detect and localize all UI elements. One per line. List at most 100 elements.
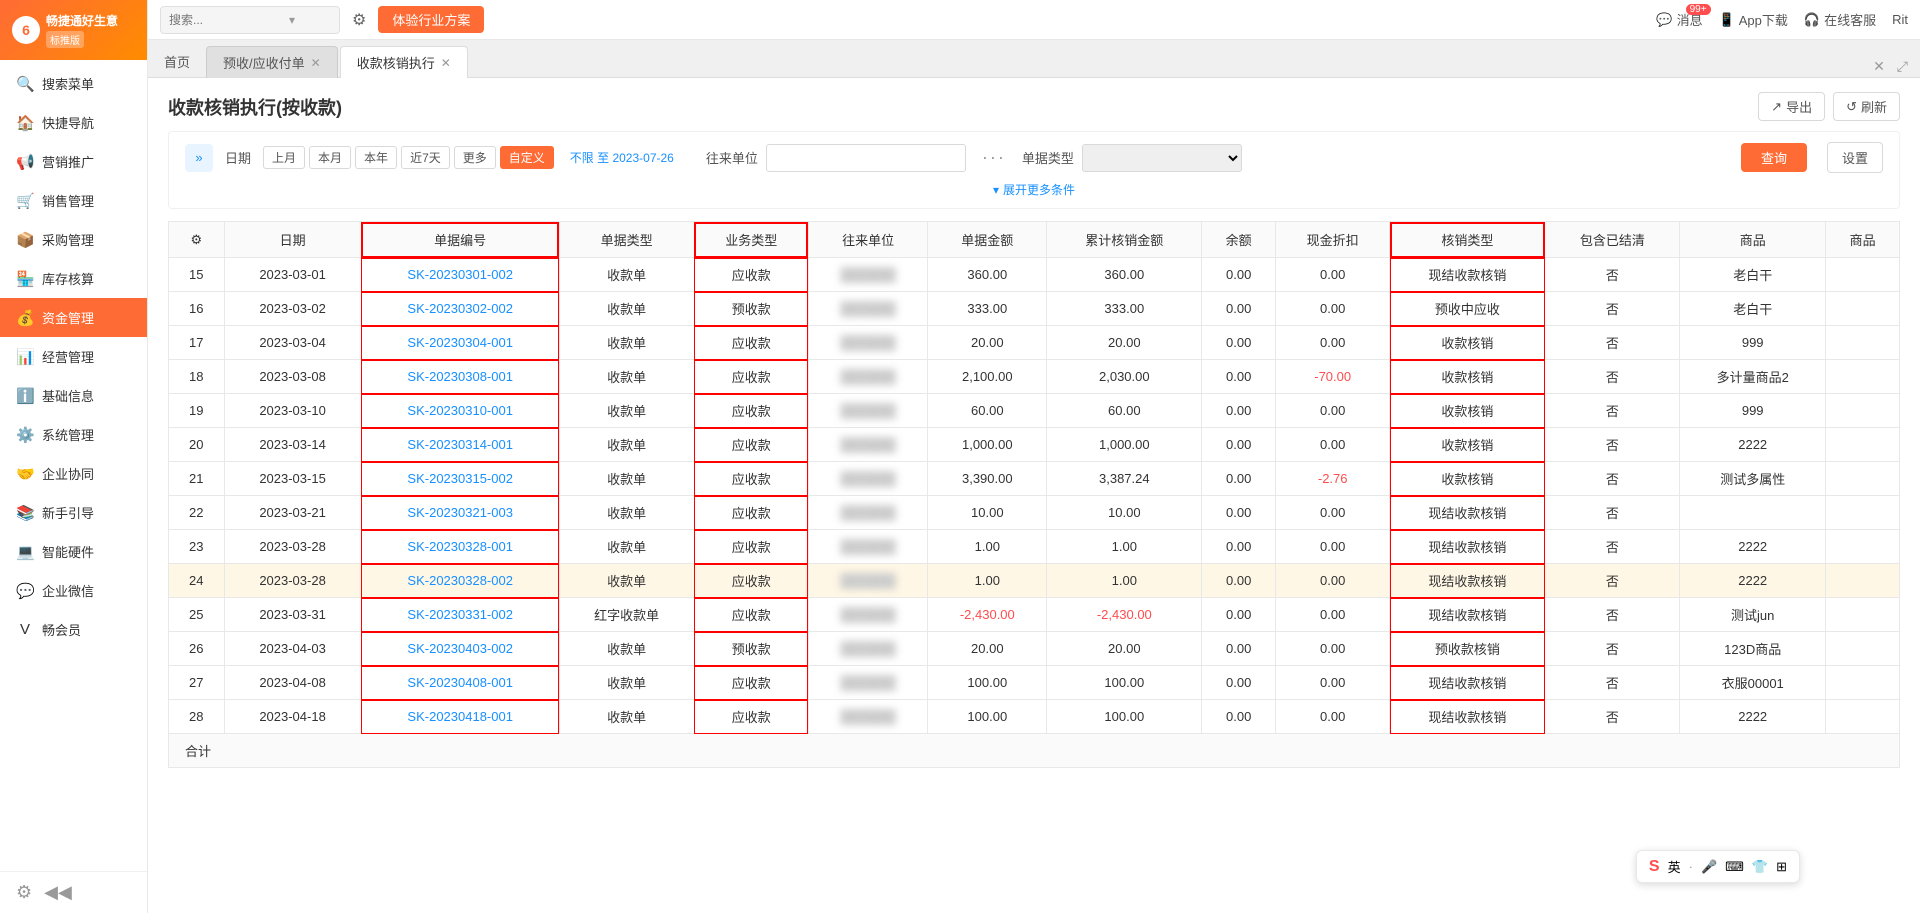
cell-amount: 1.00 <box>928 564 1047 598</box>
user-item[interactable]: Rit <box>1892 12 1908 27</box>
doc-no-link[interactable]: SK-20230314-001 <box>407 437 513 452</box>
doc-no-link[interactable]: SK-20230302-002 <box>407 301 513 316</box>
th-no: ⚙ <box>169 222 225 258</box>
sidebar-item-finance[interactable]: 💰资金管理 <box>0 298 147 337</box>
tab-home[interactable]: 首页 <box>148 45 206 77</box>
cell-date: 2023-03-10 <box>224 394 361 428</box>
sidebar-item-sales[interactable]: 🛒销售管理 <box>0 181 147 220</box>
sidebar-item-inventory[interactable]: 🏪库存核算 <box>0 259 147 298</box>
sidebar-item-marketing[interactable]: 📢营销推广 <box>0 142 147 181</box>
filter-date-custom[interactable]: 自定义 <box>500 146 554 169</box>
phone-icon: 📱 <box>1719 12 1735 28</box>
expand-more-button[interactable]: ▾ 展开更多条件 <box>993 181 1075 198</box>
sidebar-item-guide[interactable]: 📚新手引导 <box>0 493 147 532</box>
doc-no-link[interactable]: SK-20230328-002 <box>407 573 513 588</box>
tab-prepay[interactable]: 预收/应收付单 ✕ <box>206 46 338 78</box>
sidebar-item-member[interactable]: V畅会员 <box>0 610 147 649</box>
cell-amount: 1.00 <box>928 530 1047 564</box>
sidebar-item-quicknav[interactable]: 🏠快捷导航 <box>0 103 147 142</box>
gear-icon[interactable]: ⚙ <box>348 10 370 30</box>
partner-blurred: ██████ <box>840 403 895 418</box>
query-button[interactable]: 查询 <box>1741 143 1807 172</box>
th-cash-discount: 现金折扣 <box>1276 222 1390 258</box>
export-button[interactable]: ↗ 导出 <box>1758 92 1825 121</box>
cell-doc-no: SK-20230331-002 <box>361 598 559 632</box>
doc-no-link[interactable]: SK-20230408-001 <box>407 675 513 690</box>
cell-biz-type: 应收款 <box>694 360 808 394</box>
sidebar-item-wechat[interactable]: 💬企业微信 <box>0 571 147 610</box>
filter-date-more[interactable]: 更多 <box>454 146 496 169</box>
filter-doctype-select[interactable] <box>1082 144 1242 172</box>
cell-doc-no: SK-20230328-002 <box>361 564 559 598</box>
cell-total-written: 360.00 <box>1047 258 1202 292</box>
settings-icon[interactable]: ⚙ <box>16 882 32 903</box>
messages-item[interactable]: 💬 消息 99+ <box>1656 10 1702 29</box>
ime-mic-icon[interactable]: 🎤 <box>1701 859 1717 875</box>
cell-include-settled: 否 <box>1545 564 1680 598</box>
close-window-icon[interactable]: ✕ <box>1869 56 1889 77</box>
cell-partner: ██████ <box>808 598 927 632</box>
online-service-item[interactable]: 🎧 在线客服 <box>1804 10 1876 29</box>
cell-write-off-type: 现结收款核销 <box>1390 598 1545 632</box>
filter-date-range: 不限 至 2023-07-26 <box>570 149 674 166</box>
sidebar-item-basics[interactable]: ℹ️基础信息 <box>0 376 147 415</box>
doc-no-link[interactable]: SK-20230310-001 <box>407 403 513 418</box>
filter-date-lastmonth[interactable]: 上月 <box>263 146 305 169</box>
cell-doc-type: 红字收款单 <box>559 598 694 632</box>
sidebar-item-purchase[interactable]: 📦采购管理 <box>0 220 147 259</box>
sidebar: 6 畅捷通好生意 标推版 🔍搜索菜单🏠快捷导航📢营销推广🛒销售管理📦采购管理🏪库… <box>0 0 148 913</box>
th-biz-type: 业务类型 <box>694 222 808 258</box>
th-amount: 单据金额 <box>928 222 1047 258</box>
cell-no: 28 <box>169 700 225 734</box>
sidebar-item-search[interactable]: 🔍搜索菜单 <box>0 64 147 103</box>
ime-grid-icon[interactable]: ⊞ <box>1776 859 1787 875</box>
sidebar-item-system[interactable]: ⚙️系统管理 <box>0 415 147 454</box>
maximize-window-icon[interactable]: ⤢ <box>1893 56 1912 77</box>
doc-no-link[interactable]: SK-20230301-002 <box>407 267 513 282</box>
setting-button[interactable]: 设置 <box>1827 142 1883 173</box>
refresh-button[interactable]: ↺ 刷新 <box>1833 92 1900 121</box>
doc-no-link[interactable]: SK-20230321-003 <box>407 505 513 520</box>
cell-cash-discount: 0.00 <box>1276 496 1390 530</box>
sidebar-item-hardware[interactable]: 💻智能硬件 <box>0 532 147 571</box>
search-input[interactable] <box>169 13 289 27</box>
cell-no: 24 <box>169 564 225 598</box>
doc-no-link[interactable]: SK-20230331-002 <box>407 607 513 622</box>
cell-biz-type: 应收款 <box>694 326 808 360</box>
search-wrap: ▾ <box>160 6 340 34</box>
app-download-item[interactable]: 📱 App下载 <box>1719 10 1788 29</box>
th-balance: 余额 <box>1202 222 1276 258</box>
filter-date-7days[interactable]: 近7天 <box>401 146 450 169</box>
doc-no-link[interactable]: SK-20230328-001 <box>407 539 513 554</box>
tab-collection-close[interactable]: ✕ <box>441 56 451 70</box>
sidebar-item-operations[interactable]: 📊经营管理 <box>0 337 147 376</box>
cell-doc-type: 收款单 <box>559 258 694 292</box>
cell-doc-no: SK-20230403-002 <box>361 632 559 666</box>
expand-more-label: 展开更多条件 <box>1003 181 1075 198</box>
doc-no-link[interactable]: SK-20230315-002 <box>407 471 513 486</box>
ime-keyboard-icon[interactable]: ⌨ <box>1725 859 1744 875</box>
cell-balance: 0.00 <box>1202 496 1276 530</box>
tab-collection[interactable]: 收款核销执行 ✕ <box>340 46 468 78</box>
cell-total-written: 2,030.00 <box>1047 360 1202 394</box>
cell-amount: 10.00 <box>928 496 1047 530</box>
tab-prepay-close[interactable]: ✕ <box>311 56 321 70</box>
filter-date-thisyear[interactable]: 本年 <box>355 146 397 169</box>
collapse-icon[interactable]: ◀◀ <box>44 882 72 903</box>
search-dropdown-icon[interactable]: ▾ <box>289 13 295 27</box>
cell-doc-no: SK-20230310-001 <box>361 394 559 428</box>
doc-no-link[interactable]: SK-20230403-002 <box>407 641 513 656</box>
cell-doc-no: SK-20230301-002 <box>361 258 559 292</box>
doc-no-link[interactable]: SK-20230418-001 <box>407 709 513 724</box>
filter-partner-input[interactable] <box>766 144 966 172</box>
doc-no-link[interactable]: SK-20230308-001 <box>407 369 513 384</box>
cell-amount: 3,390.00 <box>928 462 1047 496</box>
filter-date-thismonth[interactable]: 本月 <box>309 146 351 169</box>
sidebar-item-enterprise[interactable]: 🤝企业协同 <box>0 454 147 493</box>
sidebar-nav: 🔍搜索菜单🏠快捷导航📢营销推广🛒销售管理📦采购管理🏪库存核算💰资金管理📊经营管理… <box>0 60 147 871</box>
solution-button[interactable]: 体验行业方案 <box>378 6 484 33</box>
th-write-off-type: 核销类型 <box>1390 222 1545 258</box>
filter-expand-button[interactable]: » <box>185 144 213 172</box>
doc-no-link[interactable]: SK-20230304-001 <box>407 335 513 350</box>
ime-shirt-icon[interactable]: 👕 <box>1752 859 1768 875</box>
